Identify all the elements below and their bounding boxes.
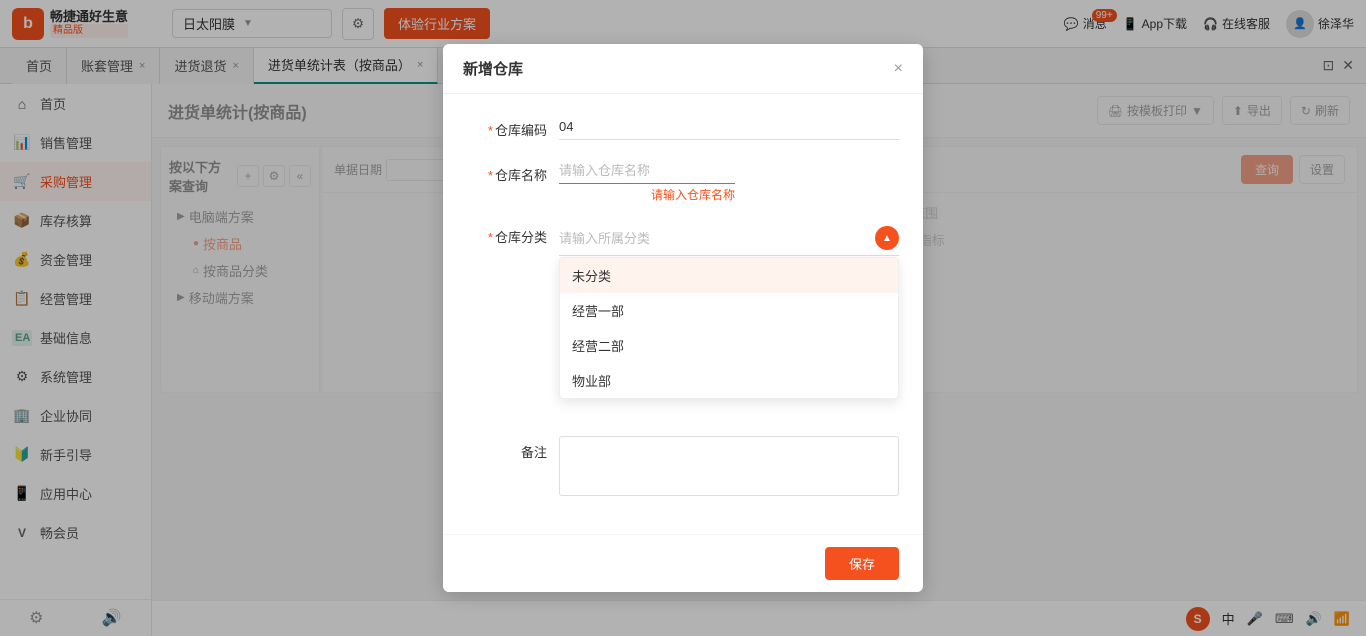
category-dropdown-trigger[interactable]: ▲ <box>559 221 899 256</box>
dropdown-option-0[interactable]: 未分类 <box>560 258 898 293</box>
save-button[interactable]: 保存 <box>825 547 899 580</box>
modal-header: 新增仓库 × <box>443 84 923 94</box>
modal-footer: 保存 <box>443 534 923 592</box>
category-wrapper: ▲ 未分类 经营一部 经营二部 物业部 <box>559 221 899 256</box>
main-layout: ⌂ 首页 📊 销售管理 🛒 采购管理 📦 库存核算 💰 资金管理 📋 经营管理 … <box>0 84 1366 636</box>
form-row-name: *仓库名称 请输入仓库名称 <box>467 158 899 203</box>
form-row-code: *仓库编码 <box>467 114 899 140</box>
dropdown-option-2[interactable]: 经营二部 <box>560 328 898 363</box>
form-row-note: 备注 <box>467 436 899 496</box>
modal-body: *仓库编码 *仓库名称 请输入仓库名称 <box>443 94 923 534</box>
category-input[interactable] <box>559 231 875 246</box>
note-label: 备注 <box>467 436 547 461</box>
new-warehouse-modal: 新增仓库 × *仓库编码 *仓库名称 <box>443 84 923 592</box>
dropdown-option-3[interactable]: 物业部 <box>560 363 898 398</box>
content-area: 进货单统计(按商品) 🖨 按模板打印 ▼ ⬆ 导出 ↻ 刷新 <box>152 84 1366 636</box>
name-error-tip: 请输入仓库名称 <box>651 186 735 203</box>
name-input[interactable] <box>559 158 735 184</box>
code-label: *仓库编码 <box>467 114 547 139</box>
code-input[interactable] <box>559 114 899 140</box>
form-row-category: *仓库分类 ▲ 未分类 经营一部 经营二部 物业部 <box>467 221 899 256</box>
name-label: *仓库名称 <box>467 159 547 184</box>
dropdown-arrow-icon[interactable]: ▲ <box>875 226 899 250</box>
category-dropdown-list: 未分类 经营一部 经营二部 物业部 <box>559 257 899 399</box>
dropdown-option-1[interactable]: 经营一部 <box>560 293 898 328</box>
category-label: *仓库分类 <box>467 221 547 246</box>
note-textarea[interactable] <box>559 436 899 496</box>
